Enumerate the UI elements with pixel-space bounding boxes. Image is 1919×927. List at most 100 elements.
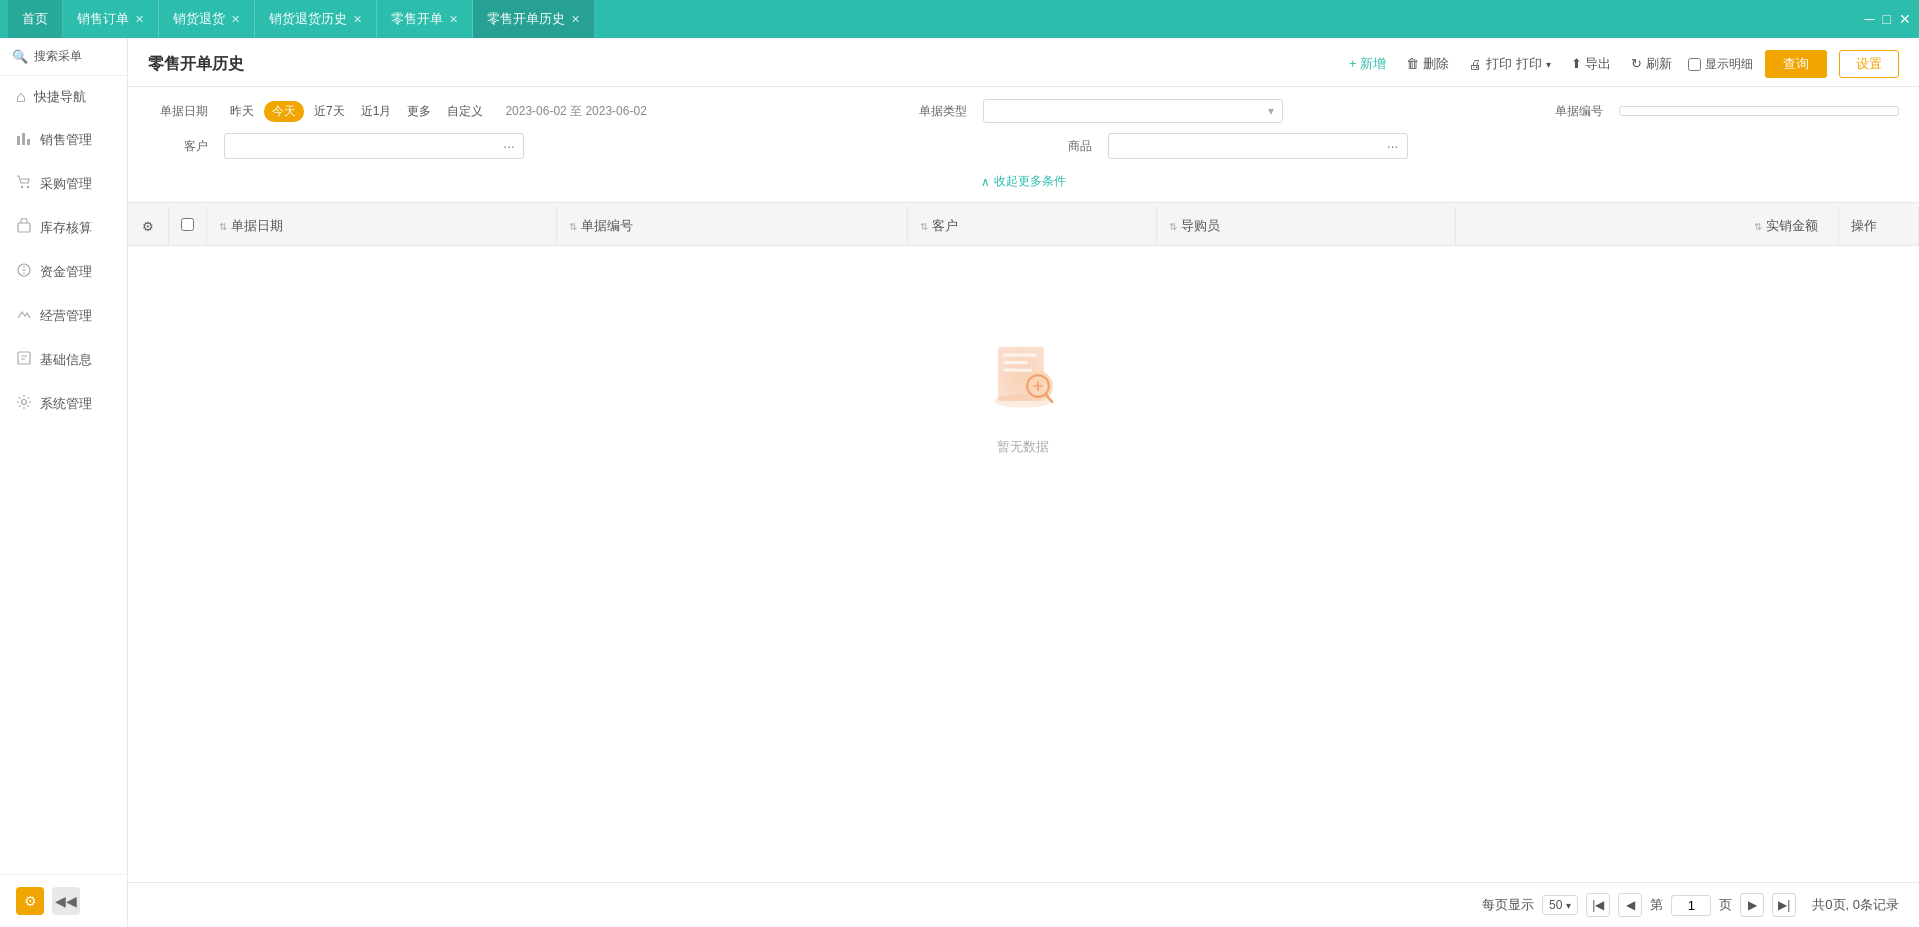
tab-home[interactable]: 首页 <box>8 0 63 38</box>
print-button[interactable]: 🖨 打印 打印 ▾ <box>1465 53 1555 75</box>
print-dropdown-icon[interactable]: ▾ <box>1546 59 1551 70</box>
table-header-row: ⚙ ⇅ 单据日期 ⇅ <box>128 207 1919 246</box>
date-opt-custom[interactable]: 自定义 <box>441 101 489 122</box>
goods-filter-label: 商品 <box>1032 138 1092 155</box>
filter-area: 单据日期 昨天 今天 近7天 近1月 更多 自定义 2023-06-02 至 2… <box>128 87 1919 203</box>
tab-retail-open[interactable]: 零售开单 ✕ <box>377 0 473 38</box>
ops-icon <box>16 306 32 326</box>
main-layout: 🔍 搜索采单 ⌂ 快捷导航 销售管理 <box>0 38 1919 927</box>
close-icon[interactable]: ✕ <box>1899 11 1911 27</box>
number-filter-input[interactable] <box>1619 106 1899 116</box>
select-all-checkbox[interactable] <box>181 218 194 231</box>
col-customer-label: 客户 <box>932 217 958 235</box>
sidebar-item-sales-mgmt[interactable]: 销售管理 <box>0 118 127 162</box>
collapse-more-button[interactable]: ∧ 收起更多条件 <box>148 169 1899 190</box>
filter-row-customer: 客户 ··· 商品 ··· <box>148 133 1899 159</box>
system-icon <box>16 394 32 414</box>
tab-retail-history[interactable]: 零售开单历史 ✕ <box>473 0 595 38</box>
col-number-sort-icon[interactable]: ⇅ <box>569 221 577 232</box>
svg-point-4 <box>27 186 29 188</box>
date-opt-1month[interactable]: 近1月 <box>355 101 398 122</box>
sidebar-item-purchase-mgmt[interactable]: 采购管理 <box>0 162 127 206</box>
sidebar-item-finance[interactable]: 资金管理 <box>0 250 127 294</box>
sidebar-item-inventory[interactable]: 库存核算 <box>0 206 127 250</box>
col-settings[interactable]: ⚙ <box>128 207 168 246</box>
col-customer: ⇅ 客户 <box>908 207 1156 246</box>
page-jump-label: 第 <box>1650 896 1663 914</box>
col-action: 操作 <box>1839 207 1919 246</box>
sidebar-item-label: 快捷导航 <box>34 88 86 106</box>
refresh-button[interactable]: ↻ 刷新 <box>1627 53 1676 75</box>
goods-filter-input[interactable]: ··· <box>1108 133 1408 159</box>
sidebar-item-label: 资金管理 <box>40 263 92 281</box>
customer-filter-label: 客户 <box>148 138 208 155</box>
show-detail-input[interactable] <box>1688 58 1701 71</box>
col-customer-sort-icon[interactable]: ⇅ <box>920 221 928 232</box>
date-opt-more[interactable]: 更多 <box>401 101 437 122</box>
add-button[interactable]: + 新增 <box>1345 53 1390 75</box>
date-opt-7days[interactable]: 近7天 <box>308 101 351 122</box>
empty-state: 暂无数据 <box>128 246 1919 536</box>
tab-sales-order[interactable]: 销售订单 ✕ <box>63 0 159 38</box>
page-size-select[interactable]: 50 ▾ <box>1542 895 1578 915</box>
col-checkbox[interactable] <box>168 207 206 246</box>
show-detail-checkbox[interactable]: 显示明细 <box>1688 56 1753 73</box>
date-opt-today[interactable]: 今天 <box>264 101 304 122</box>
prev-page-btn[interactable]: ◀ <box>1618 893 1642 917</box>
tab-sales-return-close[interactable]: ✕ <box>231 13 240 26</box>
settings-button[interactable]: 设置 <box>1839 50 1899 78</box>
type-filter-select[interactable]: ▾ <box>983 99 1283 123</box>
type-select-dropdown-icon: ▾ <box>1268 104 1274 118</box>
sidebar-item-basic-info[interactable]: 基础信息 <box>0 338 127 382</box>
sidebar-item-label: 销售管理 <box>40 131 92 149</box>
home-icon: ⌂ <box>16 88 26 106</box>
svg-rect-0 <box>17 136 20 145</box>
col-action-label: 操作 <box>1851 218 1877 233</box>
tab-sales-return-history[interactable]: 销货退货历史 ✕ <box>255 0 377 38</box>
col-number-label: 单据编号 <box>581 217 633 235</box>
sidebar-item-operations[interactable]: 经营管理 <box>0 294 127 338</box>
sidebar-search[interactable]: 🔍 搜索采单 <box>0 38 127 76</box>
tab-retail-history-label: 零售开单历史 <box>487 10 565 28</box>
filter-row-date: 单据日期 昨天 今天 近7天 近1月 更多 自定义 2023-06-02 至 2… <box>148 99 1899 123</box>
chart-icon <box>16 130 32 150</box>
tab-retail-history-close[interactable]: ✕ <box>571 13 580 26</box>
sidebar: 🔍 搜索采单 ⌂ 快捷导航 销售管理 <box>0 38 128 927</box>
col-date-sort-icon[interactable]: ⇅ <box>219 221 227 232</box>
col-amount-label: 实销金额 <box>1766 217 1818 235</box>
query-button[interactable]: 查询 <box>1765 50 1827 78</box>
customer-filter-input[interactable]: ··· <box>224 133 524 159</box>
maximize-icon[interactable]: □ <box>1883 11 1891 27</box>
minimize-icon[interactable]: ─ <box>1865 11 1875 27</box>
next-page-btn[interactable]: ▶ <box>1740 893 1764 917</box>
empty-row: 暂无数据 <box>128 246 1919 537</box>
box-icon <box>16 218 32 238</box>
last-page-btn[interactable]: ▶| <box>1772 893 1796 917</box>
col-amount-sort-icon[interactable]: ⇅ <box>1754 221 1762 232</box>
first-page-btn[interactable]: |◀ <box>1586 893 1610 917</box>
tab-sales-return[interactable]: 销货退货 ✕ <box>159 0 255 38</box>
sidebar-item-label: 系统管理 <box>40 395 92 413</box>
col-salesperson-sort-icon[interactable]: ⇅ <box>1169 221 1177 232</box>
sidebar-item-quick-nav[interactable]: ⌂ 快捷导航 <box>0 76 127 118</box>
tab-retail-open-close[interactable]: ✕ <box>449 13 458 26</box>
svg-point-8 <box>22 400 27 405</box>
sidebar-collapse-button[interactable]: ◀◀ <box>52 887 80 915</box>
export-button[interactable]: ⬆ 导出 <box>1567 53 1616 75</box>
page-number-input[interactable] <box>1671 895 1711 916</box>
date-opt-yesterday[interactable]: 昨天 <box>224 101 260 122</box>
col-date: ⇅ 单据日期 <box>206 207 557 246</box>
page-header: 零售开单历史 + 新增 🗑 删除 🖨 打印 打印 ▾ ⬆ 导出 ↻ 刷新 显示明… <box>128 38 1919 87</box>
page-size-value: 50 <box>1549 898 1562 912</box>
settings-col-icon[interactable]: ⚙ <box>142 219 154 234</box>
tab-sales-return-history-close[interactable]: ✕ <box>353 13 362 26</box>
page-size-dropdown-icon: ▾ <box>1566 900 1571 911</box>
tab-sales-order-close[interactable]: ✕ <box>135 13 144 26</box>
page-title: 零售开单历史 <box>148 54 244 75</box>
data-table: ⚙ ⇅ 单据日期 ⇅ <box>128 207 1919 536</box>
gear-button[interactable]: ⚙ <box>16 887 44 915</box>
sidebar-item-system[interactable]: 系统管理 <box>0 382 127 426</box>
date-filter-label: 单据日期 <box>148 103 208 120</box>
print-label: 打印 <box>1486 55 1512 73</box>
delete-button[interactable]: 🗑 删除 <box>1402 53 1453 75</box>
